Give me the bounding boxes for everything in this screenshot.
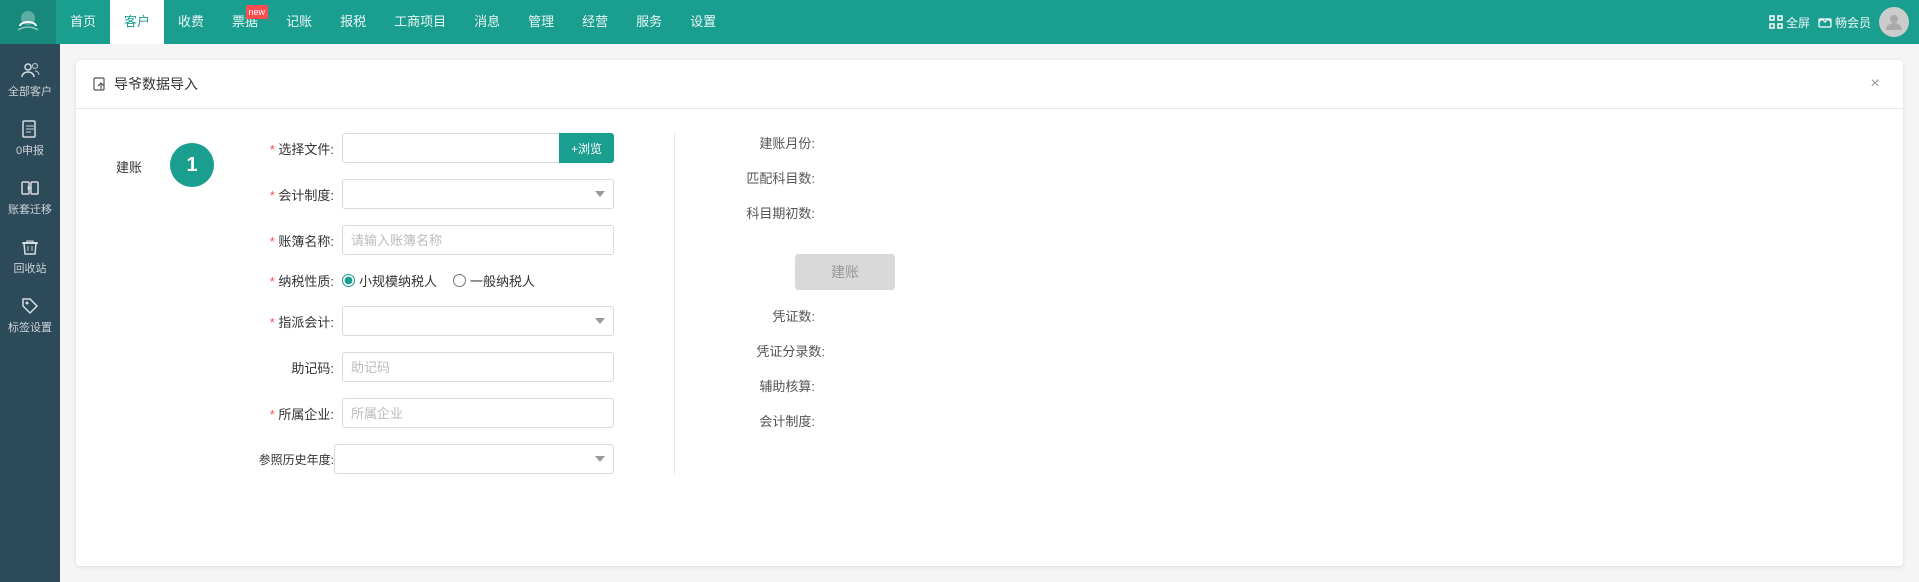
form-body: 建账 1 选择文件: +浏览 会计制度: — [76, 109, 1903, 498]
history-row: 参照历史年度: — [254, 444, 614, 474]
dialog-title: 导爷数据导入 — [92, 74, 198, 94]
month-label: 建账月份: — [735, 133, 815, 152]
badge-new: new — [246, 5, 269, 19]
nav-item-设置[interactable]: 设置 — [676, 0, 730, 44]
dialog-header: 导爷数据导入 × — [76, 60, 1903, 109]
vip-label: 畅会员 — [1835, 14, 1871, 31]
user-avatar[interactable] — [1879, 7, 1909, 37]
nav-item-记账[interactable]: 记账 — [272, 0, 326, 44]
nav-item-服务[interactable]: 服务 — [622, 0, 676, 44]
left-col: 选择文件: +浏览 会计制度: — [254, 133, 614, 474]
month-row: 建账月份: — [735, 133, 955, 152]
sidebar: 全部客户 0申报 账套迁移 回收站 — [0, 44, 60, 582]
accounting-row: 会计制度: — [254, 179, 614, 209]
nav-right: 全屏 畅会员 — [1769, 7, 1909, 37]
tax-radio-group: 小规模纳税人 一般纳税人 — [342, 271, 614, 290]
app-logo[interactable] — [0, 0, 56, 44]
voucher-row: 凭证数: — [735, 306, 955, 325]
file-label: 选择文件: — [254, 139, 334, 158]
accounting-select[interactable] — [342, 179, 614, 209]
sidebar-item-all-clients[interactable]: 全部客户 — [2, 52, 58, 107]
ledger-label: 账簿名称: — [254, 231, 334, 250]
aux-label: 辅助核算: — [735, 376, 815, 395]
dialog-title-text: 导爷数据导入 — [114, 74, 198, 94]
vertical-divider — [674, 133, 675, 474]
init-row: 科目期初数: — [735, 203, 955, 222]
history-select[interactable] — [334, 444, 614, 474]
ledger-row: 账簿名称: — [254, 225, 614, 255]
sidebar-item-transfer[interactable]: 账套迁移 — [2, 170, 58, 225]
tax-option1-text: 小规模纳税人 — [359, 271, 437, 290]
tax-option1-label[interactable]: 小规模纳税人 — [342, 271, 437, 290]
tax-option2-radio[interactable] — [453, 274, 466, 287]
sidebar-item-tags-label: 标签设置 — [8, 319, 52, 335]
browse-button[interactable]: +浏览 — [559, 133, 614, 163]
voucher-label: 凭证数: — [735, 306, 815, 325]
sidebar-item-all-clients-label: 全部客户 — [8, 83, 52, 99]
nav-item-客户[interactable]: 客户 — [110, 0, 164, 44]
build-btn-area: 建账 — [735, 254, 955, 290]
sidebar-item-transfer-label: 账套迁移 — [8, 201, 52, 217]
company-row: 所属企业: — [254, 398, 614, 428]
memo-row: 助记码: — [254, 352, 614, 382]
tax-option2-label[interactable]: 一般纳税人 — [453, 271, 535, 290]
sidebar-item-trash-label: 回收站 — [14, 260, 47, 276]
aux-row: 辅助核算: — [735, 376, 955, 395]
fullscreen-btn[interactable]: 全屏 — [1769, 14, 1810, 31]
vip-btn[interactable]: 畅会员 — [1818, 14, 1871, 31]
accountant-label: 指派会计: — [254, 312, 334, 331]
layout: 全部客户 0申报 账套迁移 回收站 — [0, 44, 1919, 582]
tax-row: 纳税性质: 小规模纳税人 一般纳税人 — [254, 271, 614, 290]
step-label: 建账 — [116, 157, 142, 176]
nav-item-经营[interactable]: 经营 — [568, 0, 622, 44]
nav-item-首页[interactable]: 首页 — [56, 0, 110, 44]
memo-label: 助记码: — [254, 358, 334, 377]
right-col: 建账月份: 匹配科目数: 科目期初数: 建账 — [735, 133, 955, 474]
history-label: 参照历史年度: — [254, 451, 334, 468]
step-circle: 1 — [170, 143, 214, 187]
sidebar-item-declaration-label: 0申报 — [16, 142, 44, 158]
sidebar-item-trash[interactable]: 回收站 — [2, 229, 58, 284]
tax-option1-radio[interactable] — [342, 274, 355, 287]
sidebar-item-declaration[interactable]: 0申报 — [2, 111, 58, 166]
dialog-wrapper: 导爷数据导入 × 建账 1 选择文件: — [76, 60, 1903, 566]
voucher-records-row: 凭证分录数: — [735, 341, 955, 360]
accountant-select[interactable] — [342, 306, 614, 336]
file-input-group: +浏览 — [342, 133, 614, 163]
tax-label: 纳税性质: — [254, 271, 334, 290]
memo-input[interactable] — [342, 352, 614, 382]
init-label: 科目期初数: — [735, 203, 815, 222]
nav-item-消息[interactable]: 消息 — [460, 0, 514, 44]
voucher-records-label: 凭证分录数: — [735, 341, 825, 360]
import-icon — [92, 76, 108, 92]
form-left: 建账 1 — [116, 133, 214, 474]
company-label: 所属企业: — [254, 404, 334, 423]
file-row: 选择文件: +浏览 — [254, 133, 614, 163]
ledger-input[interactable] — [342, 225, 614, 255]
nav-items: 首页客户收费票据new记账报税工商项目消息管理经营服务设置 — [56, 0, 1769, 44]
nav-item-收费[interactable]: 收费 — [164, 0, 218, 44]
close-button[interactable]: × — [1863, 72, 1887, 96]
match-row: 匹配科目数: — [735, 168, 955, 187]
build-account-button[interactable]: 建账 — [795, 254, 895, 290]
nav-item-票据[interactable]: 票据new — [218, 0, 272, 44]
accountant-row: 指派会计: — [254, 306, 614, 336]
accounting-info-row: 会计制度: — [735, 411, 955, 430]
sidebar-item-tags[interactable]: 标签设置 — [2, 288, 58, 343]
accounting-info-label: 会计制度: — [735, 411, 815, 430]
file-input[interactable] — [342, 133, 559, 163]
match-label: 匹配科目数: — [735, 168, 815, 187]
main-content: 导爷数据导入 × 建账 1 选择文件: — [60, 44, 1919, 582]
nav-item-管理[interactable]: 管理 — [514, 0, 568, 44]
tax-option2-text: 一般纳税人 — [470, 271, 535, 290]
top-nav: 首页客户收费票据new记账报税工商项目消息管理经营服务设置 全屏 畅会员 — [0, 0, 1919, 44]
fullscreen-label: 全屏 — [1786, 14, 1810, 31]
company-input[interactable] — [342, 398, 614, 428]
nav-item-报税[interactable]: 报税 — [326, 0, 380, 44]
accounting-label: 会计制度: — [254, 185, 334, 204]
nav-item-工商项目[interactable]: 工商项目 — [380, 0, 460, 44]
